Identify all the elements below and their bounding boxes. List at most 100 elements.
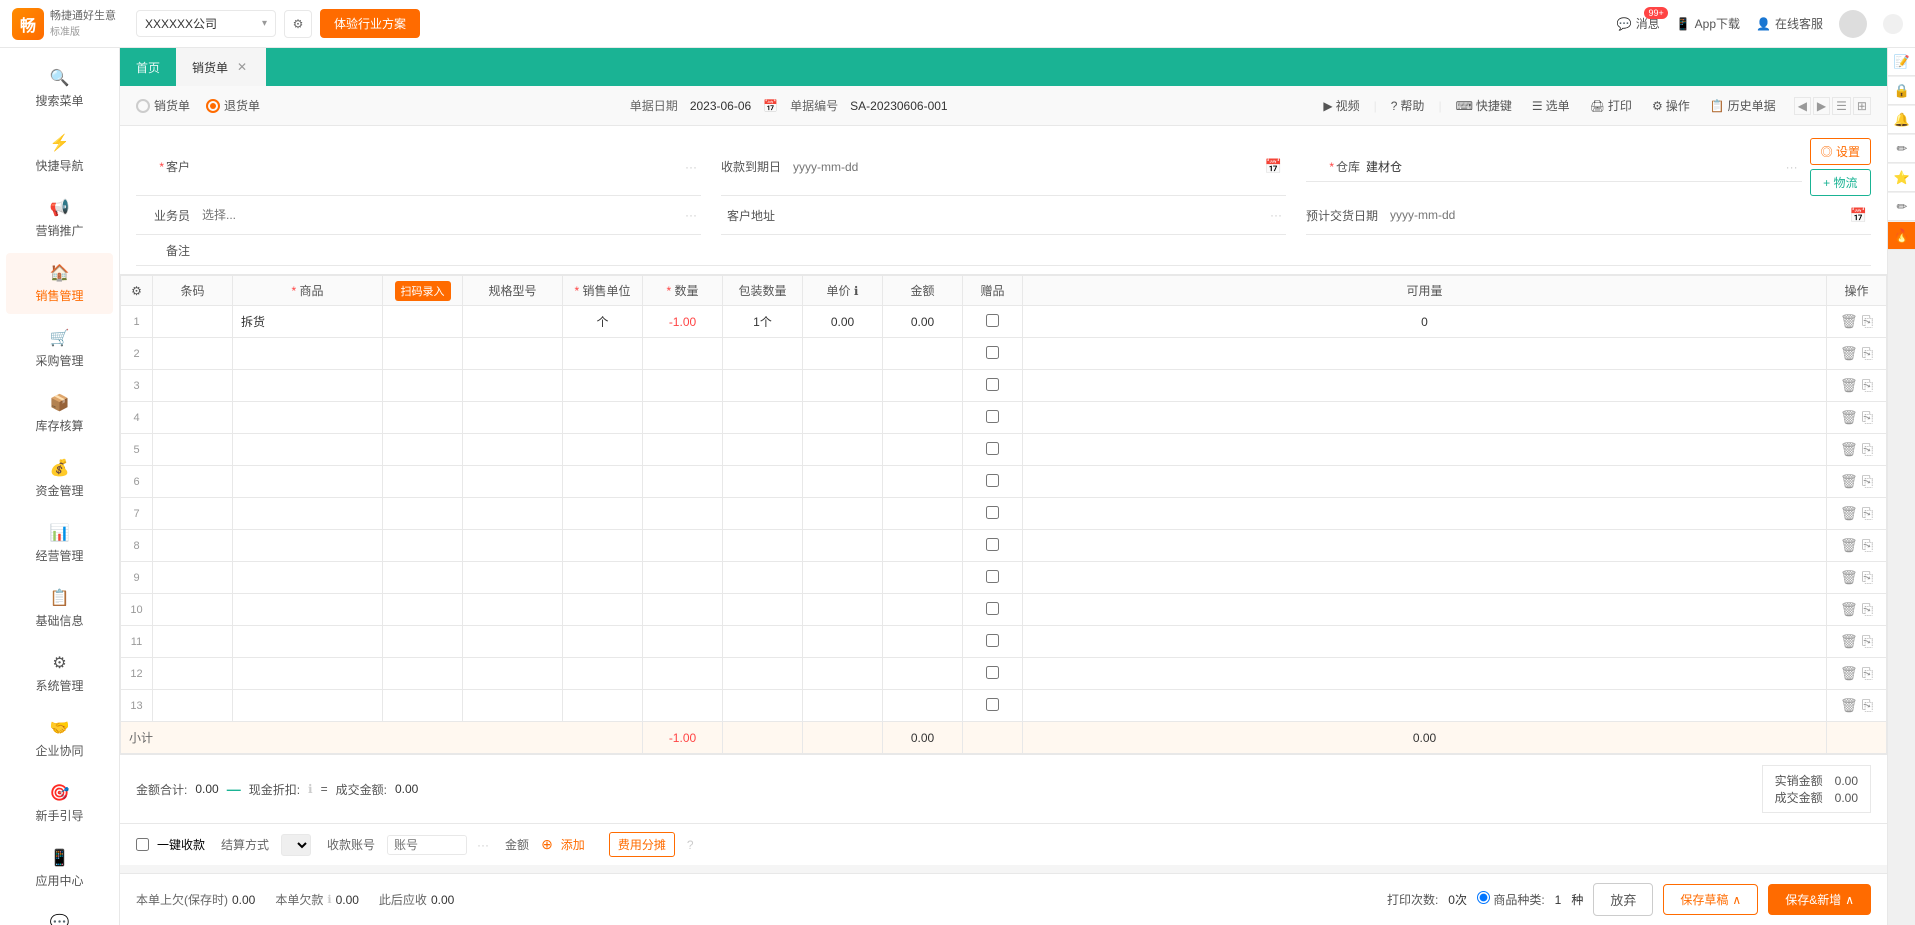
row-product[interactable] <box>233 338 383 370</box>
row-unit-price[interactable] <box>803 594 883 626</box>
app-download-button[interactable]: 📱 App下载 <box>1676 15 1740 32</box>
row-unit[interactable]: 个 <box>563 306 643 338</box>
row-qty[interactable] <box>643 626 723 658</box>
row-amount[interactable] <box>883 658 963 690</box>
row-amount[interactable] <box>883 626 963 658</box>
row-copy-icon[interactable]: ⎘ <box>1862 569 1873 586</box>
row-amount[interactable]: 0.00 <box>883 306 963 338</box>
row-qty[interactable] <box>643 434 723 466</box>
abandon-button[interactable]: 放弃 <box>1593 883 1653 916</box>
row-barcode[interactable] <box>153 338 233 370</box>
row-unit[interactable] <box>563 690 643 722</box>
cash-discount-info-icon[interactable]: ℹ <box>308 782 313 796</box>
row-unit[interactable] <box>563 562 643 594</box>
row-amount[interactable] <box>883 338 963 370</box>
global-settings-button[interactable]: ⚙ <box>284 10 312 38</box>
row-spec[interactable] <box>463 306 563 338</box>
right-sidebar-btn-7[interactable]: 🔥 <box>1888 222 1915 250</box>
row-unit-price[interactable] <box>803 434 883 466</box>
row-spec[interactable] <box>463 338 563 370</box>
row-qty[interactable] <box>643 338 723 370</box>
row-unit[interactable] <box>563 594 643 626</box>
sidebar-item-guide[interactable]: 🎯 新手引导 <box>6 773 113 834</box>
customer-address-input[interactable] <box>781 202 1266 228</box>
row-gift[interactable] <box>963 498 1023 530</box>
row-product[interactable]: 拆货 <box>233 306 383 338</box>
row-delete-icon[interactable]: 🗑 <box>1840 633 1858 650</box>
row-copy-icon[interactable]: ⎘ <box>1862 665 1873 682</box>
row-barcode[interactable] <box>153 594 233 626</box>
row-product[interactable] <box>233 498 383 530</box>
expense-split-button[interactable]: 费用分摊 <box>609 832 675 857</box>
row-delete-icon[interactable]: 🗑 <box>1840 409 1858 426</box>
row-spec[interactable] <box>463 658 563 690</box>
row-copy-icon[interactable]: ⎘ <box>1862 313 1873 330</box>
right-sidebar-btn-3[interactable]: 🔔 <box>1888 106 1915 134</box>
row-amount[interactable] <box>883 370 963 402</box>
row-delete-icon[interactable]: 🗑 <box>1840 697 1858 714</box>
row-amount[interactable] <box>883 530 963 562</box>
salesperson-dots-icon[interactable]: ··· <box>681 208 701 222</box>
address-dots-icon[interactable]: ··· <box>1266 208 1286 222</box>
row-delete-icon[interactable]: 🗑 <box>1840 537 1858 554</box>
row-unit-price[interactable] <box>803 466 883 498</box>
row-delete-icon[interactable]: 🗑 <box>1840 569 1858 586</box>
expense-info-icon[interactable]: ? <box>687 838 694 852</box>
row-barcode[interactable] <box>153 434 233 466</box>
row-product[interactable] <box>233 402 383 434</box>
row-amount[interactable] <box>883 466 963 498</box>
row-gift[interactable] <box>963 594 1023 626</box>
row-delete-icon[interactable]: 🗑 <box>1840 601 1858 618</box>
row-spec[interactable] <box>463 690 563 722</box>
row-pkg-qty[interactable] <box>723 594 803 626</box>
row-gift[interactable] <box>963 626 1023 658</box>
next-record-icon[interactable]: ▶ <box>1813 97 1830 115</box>
calc-method-select[interactable] <box>281 834 311 856</box>
row-amount[interactable] <box>883 434 963 466</box>
row-amount[interactable] <box>883 562 963 594</box>
customer-input[interactable] <box>196 154 681 180</box>
sidebar-item-system[interactable]: ⚙ 系统管理 <box>6 643 113 704</box>
radio-return-order[interactable]: 退货单 <box>206 97 260 114</box>
row-qty[interactable] <box>643 690 723 722</box>
company-selector[interactable]: XXXXXX公司 ▾ <box>136 10 276 37</box>
sidebar-item-search[interactable]: 🔍 搜索菜单 <box>6 58 113 119</box>
one-click-payment-checkbox[interactable] <box>136 838 149 851</box>
row-copy-icon[interactable]: ⎘ <box>1862 377 1873 394</box>
row-qty[interactable] <box>643 562 723 594</box>
sidebar-item-inventory[interactable]: 📦 库存核算 <box>6 383 113 444</box>
row-qty[interactable] <box>643 658 723 690</box>
row-amount[interactable] <box>883 402 963 434</box>
logistics-button[interactable]: + 物流 <box>1810 169 1871 196</box>
row-product[interactable] <box>233 434 383 466</box>
row-copy-icon[interactable]: ⎘ <box>1862 473 1873 490</box>
video-btn[interactable]: ▶ 视频 <box>1317 94 1365 117</box>
row-unit[interactable] <box>563 466 643 498</box>
warehouse-dots-icon[interactable]: ··· <box>1782 160 1802 174</box>
row-barcode[interactable] <box>153 498 233 530</box>
account-input[interactable] <box>387 835 467 855</box>
sidebar-item-purchase[interactable]: 🛒 采购管理 <box>6 318 113 379</box>
view-list-icon[interactable]: ☰ <box>1832 97 1851 115</box>
row-gift[interactable] <box>963 338 1023 370</box>
row-delete-icon[interactable]: 🗑 <box>1840 665 1858 682</box>
row-spec[interactable] <box>463 466 563 498</box>
row-spec[interactable] <box>463 626 563 658</box>
row-qty[interactable] <box>643 530 723 562</box>
save-new-button[interactable]: 保存&新增 ∧ <box>1768 884 1871 915</box>
select-btn[interactable]: ☰ 选单 <box>1526 94 1576 117</box>
history-btn[interactable]: 📋 历史单据 <box>1704 94 1782 117</box>
avatar[interactable] <box>1839 10 1867 38</box>
right-sidebar-btn-5[interactable]: ⭐ <box>1888 164 1915 192</box>
sidebar-item-quick-nav[interactable]: ⚡ 快捷导航 <box>6 123 113 184</box>
row-gift[interactable] <box>963 690 1023 722</box>
row-delete-icon[interactable]: 🗑 <box>1840 473 1858 490</box>
expected-delivery-input[interactable] <box>1384 202 1846 228</box>
row-unit[interactable] <box>563 658 643 690</box>
row-pkg-qty[interactable] <box>723 626 803 658</box>
row-gift[interactable] <box>963 466 1023 498</box>
row-delete-icon[interactable]: 🗑 <box>1840 345 1858 362</box>
row-barcode[interactable] <box>153 306 233 338</box>
row-spec[interactable] <box>463 434 563 466</box>
right-sidebar-btn-2[interactable]: 🔒 <box>1888 77 1915 105</box>
